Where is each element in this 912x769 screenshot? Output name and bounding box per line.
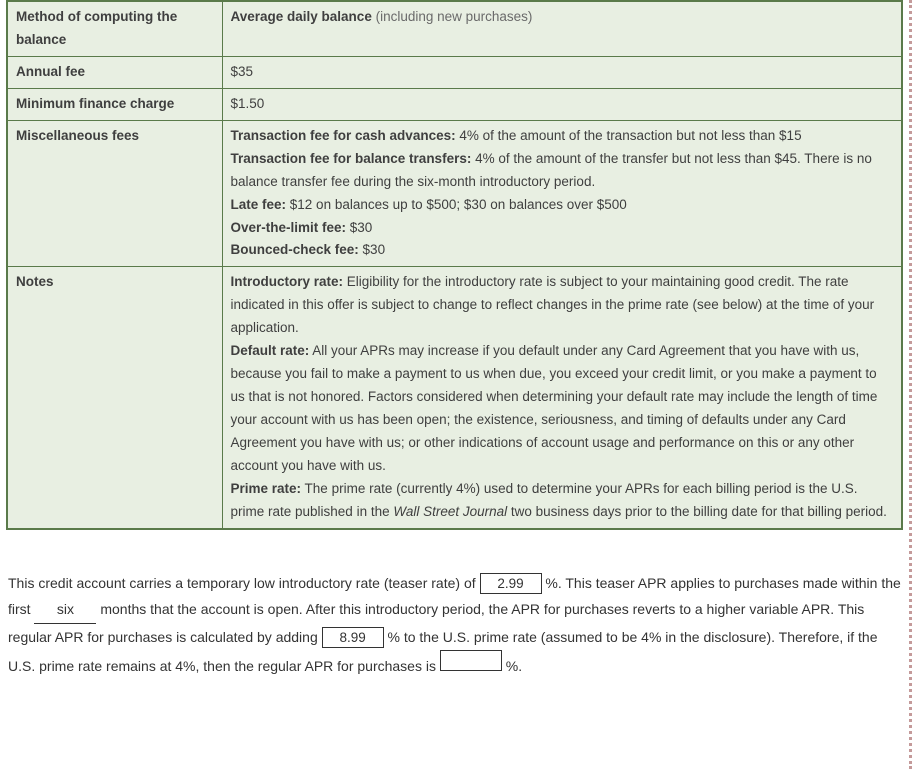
notes-prime-ital: Wall Street Journal: [393, 504, 507, 519]
table-row: Annual fee $35: [7, 56, 902, 88]
row-value-method: Average daily balance (including new pur…: [222, 1, 902, 56]
misc-late-text: $12 on balances up to $500; $30 on balan…: [286, 197, 627, 212]
notes-intro-bold: Introductory rate:: [231, 274, 344, 289]
row-value-annual-fee: $35: [222, 56, 902, 88]
para-text: %.: [502, 658, 522, 674]
misc-cash-bold: Transaction fee for cash advances:: [231, 128, 456, 143]
para-text: This credit account carries a temporary …: [8, 575, 480, 591]
notes-default-bold: Default rate:: [231, 343, 310, 358]
misc-bounced-text: $30: [359, 242, 385, 257]
misc-over-text: $30: [346, 220, 372, 235]
disclosure-table: Method of computing the balance Average …: [6, 0, 903, 530]
explanatory-paragraph: This credit account carries a temporary …: [6, 570, 903, 680]
misc-cash-text: 4% of the amount of the transaction but …: [456, 128, 802, 143]
row-value-notes: Introductory rate: Eligibility for the i…: [222, 267, 902, 529]
notes-prime-text-b: two business days prior to the billing d…: [507, 504, 887, 519]
table-row: Miscellaneous fees Transaction fee for c…: [7, 120, 902, 267]
row-value-misc: Transaction fee for cash advances: 4% of…: [222, 120, 902, 267]
notes-default-text: All your APRs may increase if you defaul…: [231, 343, 878, 473]
row-label-notes: Notes: [7, 267, 222, 529]
table-row: Notes Introductory rate: Eligibility for…: [7, 267, 902, 529]
misc-bal-bold: Transaction fee for balance transfers:: [231, 151, 472, 166]
table-row: Method of computing the balance Average …: [7, 1, 902, 56]
row-label-method: Method of computing the balance: [7, 1, 222, 56]
misc-late-bold: Late fee:: [231, 197, 287, 212]
row-label-min-finance: Minimum finance charge: [7, 88, 222, 120]
row-label-annual-fee: Annual fee: [7, 56, 222, 88]
regular-apr-input[interactable]: [440, 650, 502, 671]
misc-bounced-bold: Bounced-check fee:: [231, 242, 359, 257]
method-bold: Average daily balance: [231, 9, 372, 24]
row-value-min-finance: $1.50: [222, 88, 902, 120]
misc-over-bold: Over-the-limit fee:: [231, 220, 347, 235]
notes-prime-bold: Prime rate:: [231, 481, 302, 496]
margin-rate-input[interactable]: 8.99: [322, 627, 384, 648]
months-input[interactable]: six: [34, 596, 96, 624]
teaser-rate-input[interactable]: 2.99: [480, 573, 542, 594]
table-row: Minimum finance charge $1.50: [7, 88, 902, 120]
row-label-misc: Miscellaneous fees: [7, 120, 222, 267]
page-container: Method of computing the balance Average …: [0, 0, 912, 769]
method-light: (including new purchases): [372, 9, 533, 24]
